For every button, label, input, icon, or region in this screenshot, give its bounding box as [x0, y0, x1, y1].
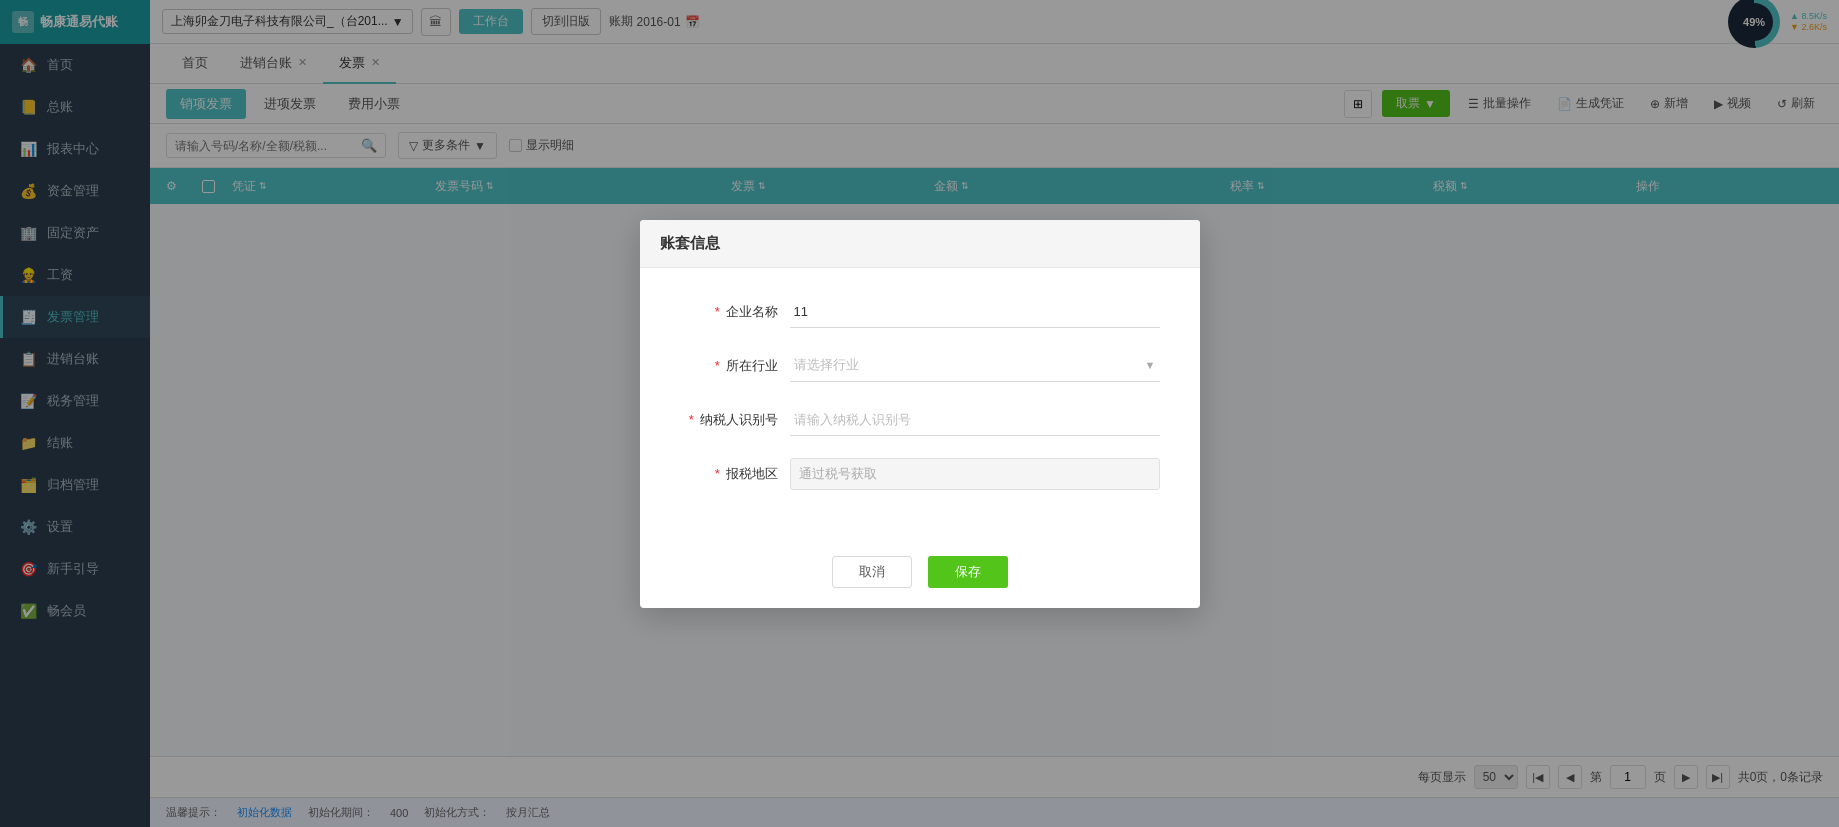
- company-name-row: * 企业名称: [680, 296, 1160, 328]
- cancel-button[interactable]: 取消: [832, 556, 912, 588]
- tax-id-input[interactable]: [790, 404, 1160, 436]
- industry-placeholder: 请选择行业: [794, 356, 859, 374]
- tax-region-row: * 报税地区 通过税号获取: [680, 458, 1160, 490]
- required-mark3: *: [689, 412, 694, 427]
- tax-region-display: 通过税号获取: [790, 458, 1160, 490]
- tax-id-label: * 纳税人识别号: [680, 411, 790, 429]
- industry-label: * 所在行业: [680, 357, 790, 375]
- company-name-label: * 企业名称: [680, 303, 790, 321]
- industry-row: * 所在行业 请选择行业 ▼: [680, 350, 1160, 382]
- dialog-footer: 取消 保存: [640, 540, 1200, 608]
- dialog-body: * 企业名称 * 所在行业 请选择行业 ▼ *: [640, 268, 1200, 540]
- company-name-input[interactable]: [790, 296, 1160, 328]
- save-button[interactable]: 保存: [928, 556, 1008, 588]
- industry-dropdown-icon: ▼: [1145, 359, 1156, 371]
- dialog-title: 账套信息: [640, 220, 1200, 268]
- tax-region-label: * 报税地区: [680, 465, 790, 483]
- tax-id-row: * 纳税人识别号: [680, 404, 1160, 436]
- required-mark: *: [715, 304, 720, 319]
- dialog-overlay: 账套信息 * 企业名称 * 所在行业 请选择行业 ▼: [0, 0, 1839, 827]
- tax-region-placeholder: 通过税号获取: [799, 465, 877, 483]
- required-mark4: *: [715, 466, 720, 481]
- account-info-dialog: 账套信息 * 企业名称 * 所在行业 请选择行业 ▼: [640, 220, 1200, 608]
- required-mark2: *: [715, 358, 720, 373]
- industry-select[interactable]: 请选择行业 ▼: [790, 350, 1160, 382]
